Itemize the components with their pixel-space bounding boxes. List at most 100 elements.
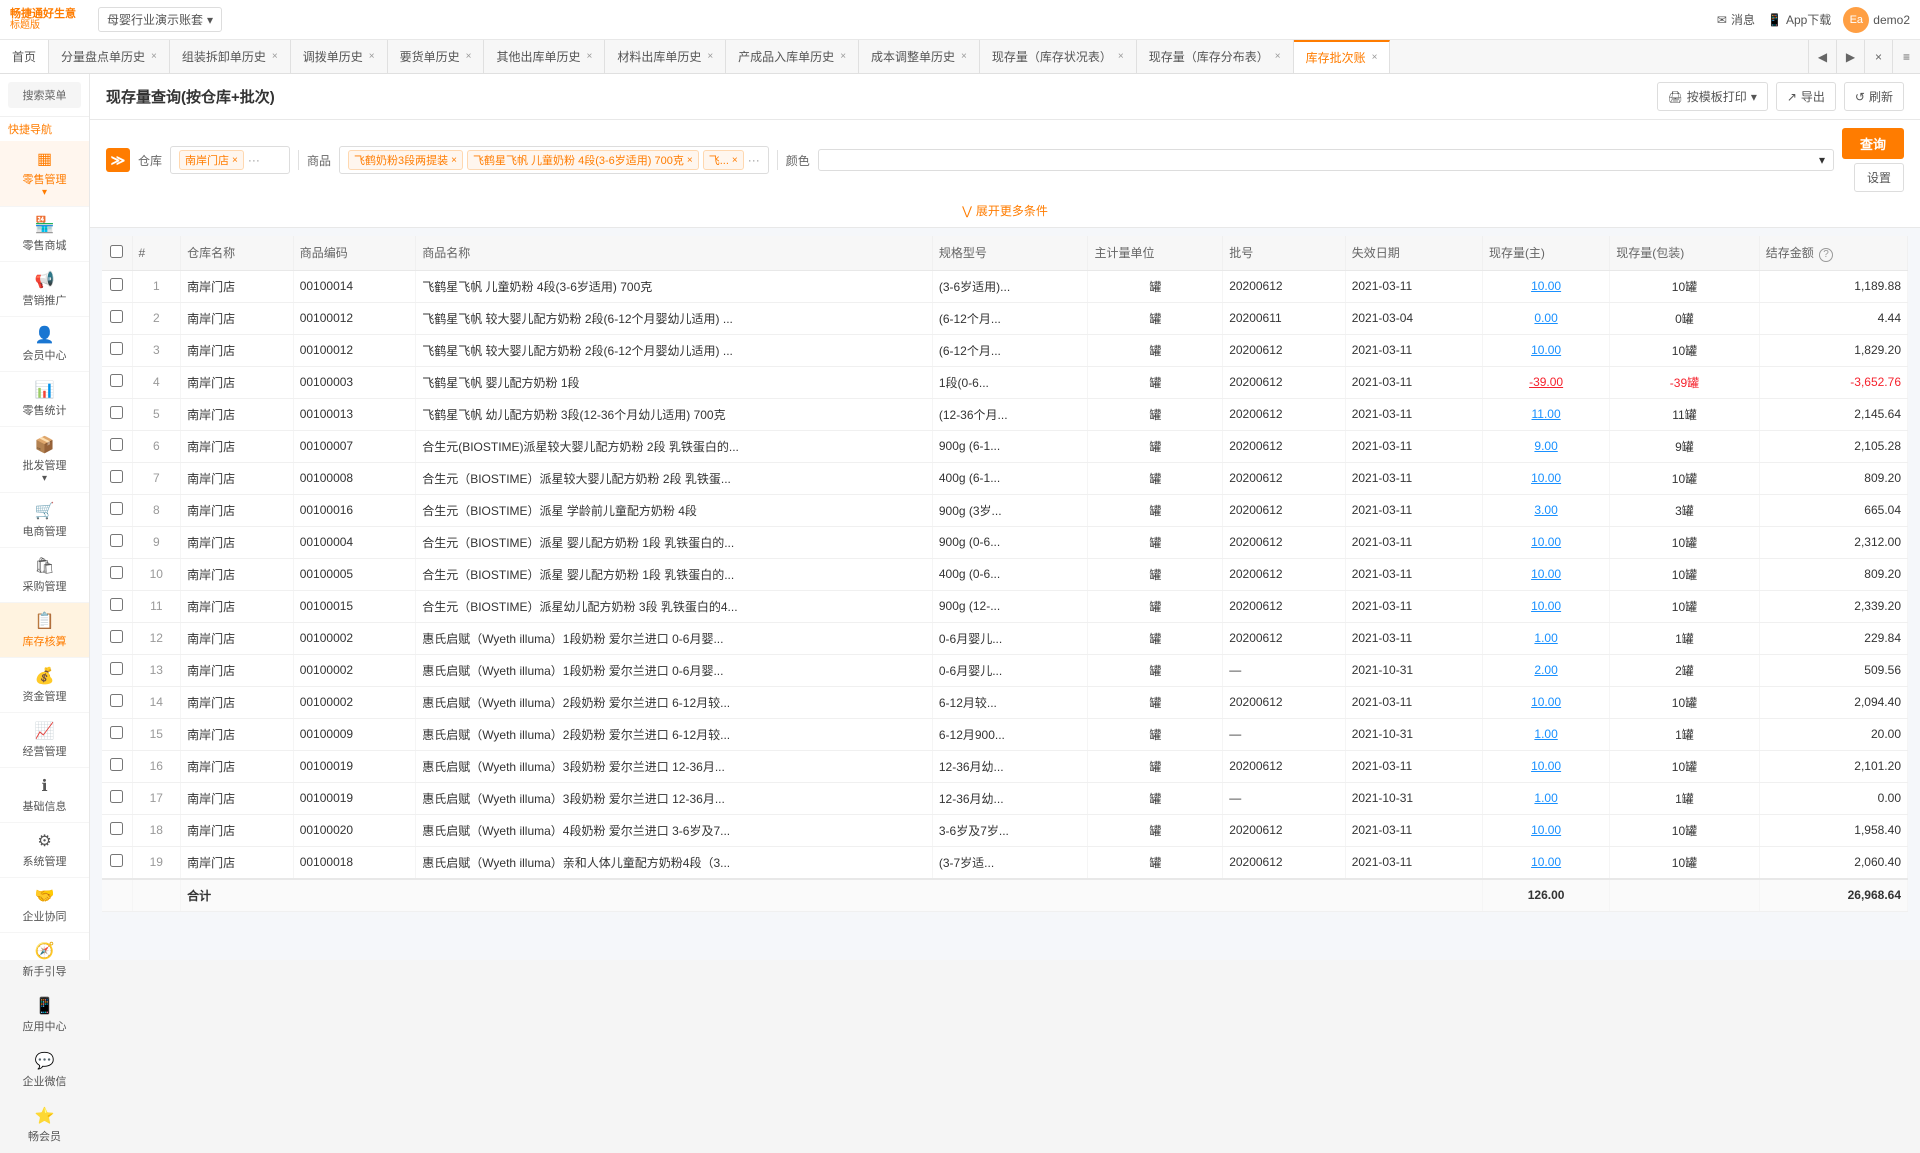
tab-fenliangpandian[interactable]: 分量盘点单历史 × xyxy=(49,40,170,74)
row-checkbox-cell[interactable] xyxy=(102,814,132,846)
row-checkbox[interactable] xyxy=(110,310,123,323)
row-checkbox[interactable] xyxy=(110,502,123,515)
row-checkbox-cell[interactable] xyxy=(102,270,132,302)
sidebar-item-collab[interactable]: 🤝 企业协同 xyxy=(0,878,89,933)
row-checkbox-cell[interactable] xyxy=(102,398,132,430)
sidebar-item-purchase[interactable]: 🛍 采购管理 xyxy=(0,548,89,603)
stock-main-link[interactable]: 0.00 xyxy=(1534,311,1557,325)
row-checkbox-cell[interactable] xyxy=(102,718,132,750)
sidebar-item-retail-mgmt[interactable]: ▦ 零售管理 ▾ xyxy=(0,141,89,207)
sidebar-item-finance[interactable]: 💰 资金管理 xyxy=(0,658,89,713)
tab-kucun-pici[interactable]: 库存批次账 × xyxy=(1294,40,1391,74)
row-checkbox[interactable] xyxy=(110,374,123,387)
row-checkbox-cell[interactable] xyxy=(102,590,132,622)
row-checkbox-cell[interactable] xyxy=(102,462,132,494)
remove-warehouse-tag[interactable]: × xyxy=(232,155,238,166)
sidebar-item-appcenter[interactable]: 📱 应用中心 xyxy=(0,988,89,1043)
close-icon[interactable]: × xyxy=(961,51,967,62)
filter-ellipsis[interactable]: ··· xyxy=(248,153,260,167)
filter-toggle-button[interactable]: ≫ xyxy=(106,148,130,172)
remove-product-tag-3[interactable]: × xyxy=(732,155,738,166)
template-print-button[interactable]: 🖨 按模板打印 ▾ xyxy=(1657,82,1768,111)
row-checkbox[interactable] xyxy=(110,566,123,579)
tab-menu-button[interactable]: ≡ xyxy=(1892,40,1920,74)
stock-main-link[interactable]: -39.00 xyxy=(1529,375,1563,389)
close-icon[interactable]: × xyxy=(151,51,157,62)
row-checkbox-cell[interactable] xyxy=(102,750,132,782)
tab-cailiaochuku[interactable]: 材料出库单历史 × xyxy=(605,40,726,74)
sidebar-item-retail-stat[interactable]: 📊 零售统计 xyxy=(0,372,89,427)
row-checkbox-cell[interactable] xyxy=(102,302,132,334)
row-checkbox[interactable] xyxy=(110,534,123,547)
tab-xiancunliang2[interactable]: 现存量（库存分布表） × xyxy=(1137,40,1294,74)
tab-zuzhangchaijian[interactable]: 组装拆卸单历史 × xyxy=(170,40,291,74)
select-all-checkbox[interactable] xyxy=(110,245,123,258)
sidebar-item-basics[interactable]: ℹ 基础信息 xyxy=(0,768,89,823)
row-checkbox[interactable] xyxy=(110,822,123,835)
stock-main-link[interactable]: 10.00 xyxy=(1531,823,1561,837)
stock-main-link[interactable]: 10.00 xyxy=(1531,343,1561,357)
sidebar-item-operation[interactable]: 📈 经营管理 xyxy=(0,713,89,768)
stock-main-link[interactable]: 10.00 xyxy=(1531,855,1561,869)
export-button[interactable]: ↗ 导出 xyxy=(1776,82,1836,111)
stock-main-link[interactable]: 10.00 xyxy=(1531,279,1561,293)
stock-main-link[interactable]: 10.00 xyxy=(1531,471,1561,485)
row-checkbox[interactable] xyxy=(110,278,123,291)
refresh-button[interactable]: ↺ 刷新 xyxy=(1844,82,1904,111)
sidebar-item-wholesale[interactable]: 📦 批发管理 ▾ xyxy=(0,427,89,493)
close-icon[interactable]: × xyxy=(369,51,375,62)
stock-main-link[interactable]: 10.00 xyxy=(1531,535,1561,549)
row-checkbox[interactable] xyxy=(110,630,123,643)
row-checkbox-cell[interactable] xyxy=(102,686,132,718)
amount-info-icon[interactable]: ? xyxy=(1819,248,1833,262)
setting-button[interactable]: 设置 xyxy=(1854,163,1904,192)
row-checkbox[interactable] xyxy=(110,470,123,483)
sidebar-item-member2[interactable]: ⭐ 畅会员 xyxy=(0,1098,89,1153)
stock-main-link[interactable]: 10.00 xyxy=(1531,695,1561,709)
sidebar-item-guide[interactable]: 🧭 新手引导 xyxy=(0,933,89,988)
stock-main-link[interactable]: 11.00 xyxy=(1532,407,1561,421)
expand-more-button[interactable]: ⋁ 展开更多条件 xyxy=(962,202,1048,219)
close-icon[interactable]: × xyxy=(1275,51,1281,62)
user-area[interactable]: Ea demo2 xyxy=(1843,7,1910,33)
row-checkbox[interactable] xyxy=(110,438,123,451)
row-checkbox-cell[interactable] xyxy=(102,782,132,814)
close-icon[interactable]: × xyxy=(272,51,278,62)
warehouse-filter-input[interactable]: 南岸门店 × ··· xyxy=(170,146,290,174)
remove-product-tag-1[interactable]: × xyxy=(451,155,457,166)
tab-prev-button[interactable]: ◀ xyxy=(1808,40,1836,74)
stock-main-link[interactable]: 1.00 xyxy=(1534,631,1557,645)
tab-chengbentiaoz[interactable]: 成本调整单历史 × xyxy=(859,40,980,74)
sidebar-item-ecommerce[interactable]: 🛒 电商管理 xyxy=(0,493,89,548)
remove-product-tag-2[interactable]: × xyxy=(687,155,693,166)
row-checkbox-cell[interactable] xyxy=(102,846,132,879)
row-checkbox[interactable] xyxy=(110,694,123,707)
row-checkbox-cell[interactable] xyxy=(102,366,132,398)
stock-main-link[interactable]: 2.00 xyxy=(1534,663,1557,677)
filter-ellipsis2[interactable]: ··· xyxy=(748,153,760,167)
close-icon[interactable]: × xyxy=(840,51,846,62)
message-button[interactable]: ✉ 消息 xyxy=(1717,11,1755,28)
stock-main-link[interactable]: 10.00 xyxy=(1531,567,1561,581)
tab-chanchengpin[interactable]: 产成品入库单历史 × xyxy=(726,40,859,74)
row-checkbox[interactable] xyxy=(110,598,123,611)
row-checkbox-cell[interactable] xyxy=(102,558,132,590)
app-download-button[interactable]: 📱 App下载 xyxy=(1767,11,1831,28)
row-checkbox[interactable] xyxy=(110,790,123,803)
stock-main-link[interactable]: 10.00 xyxy=(1531,759,1561,773)
search-menu-button[interactable]: 搜索菜单 xyxy=(8,82,81,108)
tab-xiancunliang1[interactable]: 现存量（库存状况表） × xyxy=(980,40,1137,74)
product-filter-input[interactable]: 飞鹤奶粉3段两提装 × 飞鹤星飞帆 儿童奶粉 4段(3-6岁适用) 700克 ×… xyxy=(339,146,769,174)
row-checkbox-cell[interactable] xyxy=(102,494,132,526)
close-icon[interactable]: × xyxy=(707,51,713,62)
sidebar-item-inventory[interactable]: 📋 库存核算 xyxy=(0,603,89,658)
stock-main-link[interactable]: 9.00 xyxy=(1534,439,1557,453)
stock-main-link[interactable]: 1.00 xyxy=(1534,791,1557,805)
row-checkbox[interactable] xyxy=(110,342,123,355)
row-checkbox-cell[interactable] xyxy=(102,654,132,686)
account-dropdown[interactable]: 母婴行业演示账套 ▾ xyxy=(98,7,222,32)
sidebar-item-wechat[interactable]: 💬 企业微信 xyxy=(0,1043,89,1098)
close-icon[interactable]: × xyxy=(1372,52,1378,63)
row-checkbox-cell[interactable] xyxy=(102,622,132,654)
close-icon[interactable]: × xyxy=(586,51,592,62)
